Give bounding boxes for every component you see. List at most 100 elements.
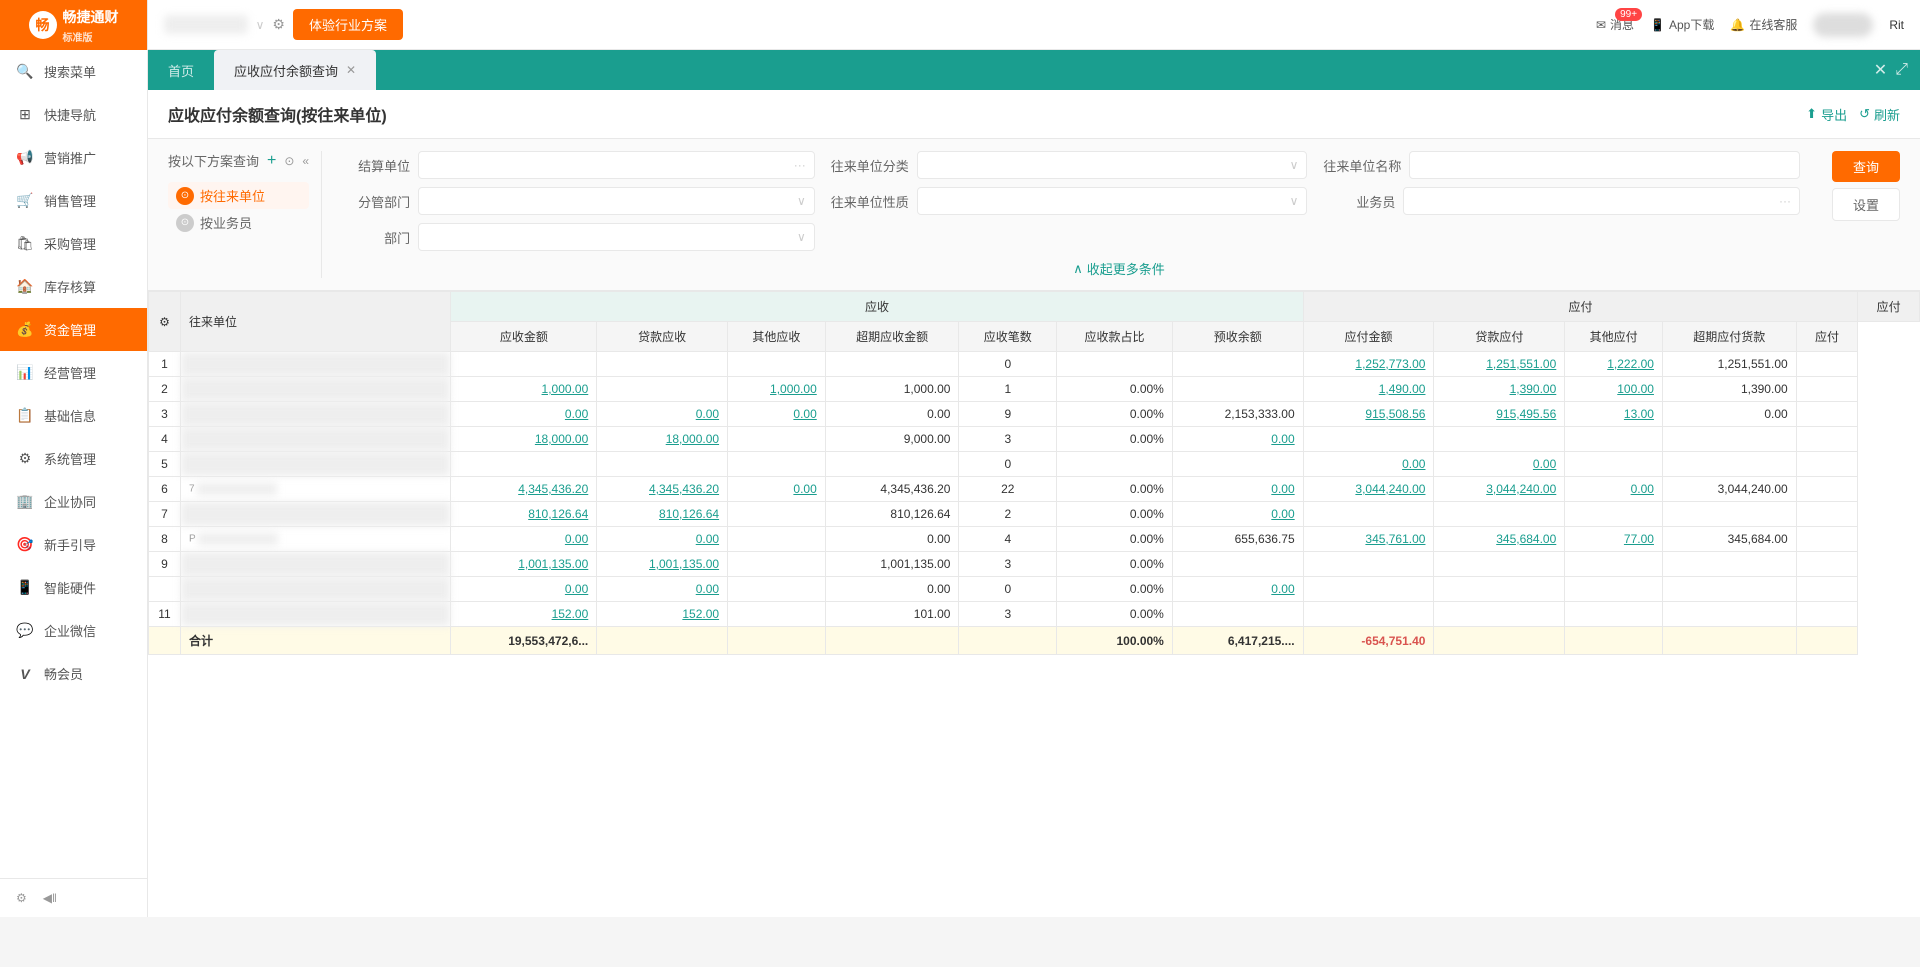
sidebar-item-inventory[interactable]: 🏠 库存核算 <box>0 265 147 308</box>
export-button[interactable]: ⬆ 导出 <box>1806 105 1847 124</box>
sidebar-item-operations[interactable]: 📊 经营管理 <box>0 351 147 394</box>
total-ar-amount[interactable]: 19,553,472,6... <box>451 627 597 655</box>
unit-name-input[interactable] <box>1409 151 1800 179</box>
sidebar-item-quick-nav[interactable]: ⊞ 快捷导航 <box>0 93 147 136</box>
scheme-staff-icon: ⊙ <box>176 214 194 232</box>
data-table: ⚙ 往来单位 应收 应付 应付 应收金额 贷款应收 其他应收 超期应收金额 应收… <box>148 291 1920 655</box>
collapse-more-button[interactable]: ∧ 收起更多条件 <box>338 251 1900 278</box>
sidebar-item-member[interactable]: V 畅会员 <box>0 652 147 695</box>
filter-salesman: 业务员 ··· <box>1323 187 1800 215</box>
ap-other-header: 其他应付 <box>1565 322 1663 352</box>
sidebar-item-system[interactable]: ⚙ 系统管理 <box>0 437 147 480</box>
scheme-by-unit[interactable]: ⊙ 按往来单位 <box>168 182 309 209</box>
tab-expand-icon[interactable]: ⤢ <box>1895 61 1908 79</box>
table-body: 1 0 1,252,773.00 1,251,551.00 1,222.00 <box>149 352 1920 627</box>
filter-unit-category: 往来单位分类 ∨ <box>831 151 1308 179</box>
app-download-button[interactable]: 📱 App下载 <box>1650 16 1714 33</box>
sidebar-item-guide[interactable]: 🎯 新手引导 <box>0 523 147 566</box>
sidebar-item-marketing[interactable]: 📢 营销推广 <box>0 136 147 179</box>
enterprise-icon: 🏢 <box>16 493 34 510</box>
sidebar-item-purchase[interactable]: 🛍 采购管理 <box>0 222 147 265</box>
sidebar-item-search[interactable]: 🔍 搜索菜单 <box>0 50 147 93</box>
tab-ar-ap[interactable]: 应收应付余额查询 ✕ <box>214 50 376 90</box>
dept-manage-input[interactable]: ∨ <box>418 187 815 215</box>
marketing-icon: 📢 <box>16 149 34 166</box>
user-avatar <box>1813 13 1873 37</box>
unit-category-input[interactable]: ∨ <box>917 151 1308 179</box>
dept-arrow: ∨ <box>797 230 806 244</box>
promo-button[interactable]: 体验行业方案 <box>293 9 403 40</box>
operations-icon: 📊 <box>16 364 34 381</box>
unit-nature-input[interactable]: ∨ <box>917 187 1308 215</box>
table-area: ⚙ 往来单位 应收 应付 应付 应收金额 贷款应收 其他应收 超期应收金额 应收… <box>148 291 1920 917</box>
export-icon: ⬆ <box>1806 106 1817 122</box>
breadcrumb-text <box>164 15 248 34</box>
sidebar-item-finance[interactable]: 💰 资金管理 <box>0 308 147 351</box>
sidebar-item-label: 搜索菜单 <box>44 62 96 81</box>
collapse-more-label: 收起更多条件 <box>1087 259 1165 278</box>
settings-button[interactable]: 设置 <box>1832 188 1900 221</box>
sidebar-item-basic[interactable]: 📋 基础信息 <box>0 394 147 437</box>
salesman-input[interactable]: ··· <box>1403 187 1800 215</box>
settlement-unit-input[interactable]: ··· <box>418 151 815 179</box>
sales-icon: 🛒 <box>16 192 34 209</box>
filter-collapse-icon[interactable]: « <box>302 154 309 168</box>
message-button[interactable]: ✉ 消息 99+ <box>1596 16 1634 33</box>
salesman-label: 业务员 <box>1323 192 1395 211</box>
sidebar-item-sales[interactable]: 🛒 销售管理 <box>0 179 147 222</box>
gear-icon[interactable]: ⚙ <box>272 16 285 33</box>
ap-overdue-header: 超期应付货款 <box>1662 322 1796 352</box>
table-row: 4 18,000.00 18,000.00 9,000.00 3 0.00% 0… <box>149 427 1920 452</box>
sidebar-footer: ⚙ ◀‖ <box>0 878 147 917</box>
logo-sub: 标准版 <box>63 29 119 44</box>
export-label: 导出 <box>1821 105 1847 124</box>
sidebar-settings-icon[interactable]: ⚙ <box>16 891 27 905</box>
sidebar-item-enterprise[interactable]: 🏢 企业协同 <box>0 480 147 523</box>
tab-bar: 首页 应收应付余额查询 ✕ ✕ ⤢ <box>148 50 1920 90</box>
tab-close-all-icon[interactable]: ✕ <box>1874 60 1887 80</box>
tab-home[interactable]: 首页 <box>148 50 214 90</box>
filter-unit-nature: 往来单位性质 ∨ <box>831 187 1308 215</box>
total-ap-amount: -654,751.40 <box>1303 627 1434 655</box>
refresh-icon: ↺ <box>1859 106 1870 122</box>
filter-add-icon[interactable]: + <box>267 152 276 170</box>
sidebar-item-hardware[interactable]: 📱 智能硬件 <box>0 566 147 609</box>
settlement-unit-label: 结算单位 <box>338 156 410 175</box>
inventory-icon: 🏠 <box>16 278 34 295</box>
table-row: 2 1,000.00 1,000.00 1,000.00 1 0.00% 1,4… <box>149 377 1920 402</box>
salesman-dots: ··· <box>1779 194 1791 208</box>
filter-settings-icon[interactable]: ⊙ <box>284 154 294 168</box>
tab-home-label: 首页 <box>168 61 194 80</box>
dept-input[interactable]: ∨ <box>418 223 815 251</box>
sidebar-item-wechat[interactable]: 💬 企业微信 <box>0 609 147 652</box>
tab-close-icon[interactable]: ✕ <box>346 63 356 77</box>
home-icon: ⊞ <box>16 106 34 123</box>
user-name: Rit <box>1889 18 1904 32</box>
ap-group-header: 应付 <box>1303 292 1858 322</box>
scheme-unit-icon: ⊙ <box>176 187 194 205</box>
service-icon: 🔔 <box>1730 18 1745 32</box>
refresh-button[interactable]: ↺ 刷新 <box>1859 105 1900 124</box>
main-content: 首页 应收应付余额查询 ✕ ✕ ⤢ 应收应付余额查询(按往来单位) ⬆ 导出 ↺… <box>148 50 1920 917</box>
table-row: 11 152.00 152.00 101.00 3 0.00% <box>149 602 1920 627</box>
scheme-by-staff[interactable]: ⊙ 按业务员 <box>168 209 309 236</box>
filter-fields: 结算单位 ··· 往来单位分类 ∨ 往来单位名称 <box>338 151 1900 278</box>
query-button[interactable]: 查询 <box>1832 151 1900 182</box>
filter-label: 按以下方案查询 <box>168 151 259 170</box>
page-actions: ⬆ 导出 ↺ 刷新 <box>1806 105 1900 124</box>
breadcrumb-area: ∨ ⚙ 体验行业方案 <box>164 9 1584 40</box>
filter-header: 按以下方案查询 + ⊙ « <box>168 151 309 170</box>
table-row: 8 P 0.00 0.00 0.00 4 0.00% 655,636.75 34… <box>149 527 1920 552</box>
filter-action-buttons: 查询 设置 <box>1832 151 1900 221</box>
service-button[interactable]: 🔔 在线客服 <box>1730 16 1797 33</box>
scheme-staff-label: 按业务员 <box>200 213 252 232</box>
unit-nature-label: 往来单位性质 <box>831 192 909 211</box>
table-settings-cell[interactable]: ⚙ <box>149 292 181 352</box>
ar-ratio-header: 应收款占比 <box>1057 322 1173 352</box>
table-row: 3 0.00 0.00 0.00 0.00 9 0.00% 2,153,333.… <box>149 402 1920 427</box>
ar-overdue-header: 超期应收金额 <box>825 322 959 352</box>
sidebar-collapse-icon[interactable]: ◀‖ <box>43 891 57 905</box>
system-icon: ⚙ <box>16 450 34 467</box>
page-header: 应收应付余额查询(按往来单位) ⬆ 导出 ↺ 刷新 <box>148 90 1920 139</box>
page-title: 应收应付余额查询(按往来单位) <box>168 102 387 126</box>
